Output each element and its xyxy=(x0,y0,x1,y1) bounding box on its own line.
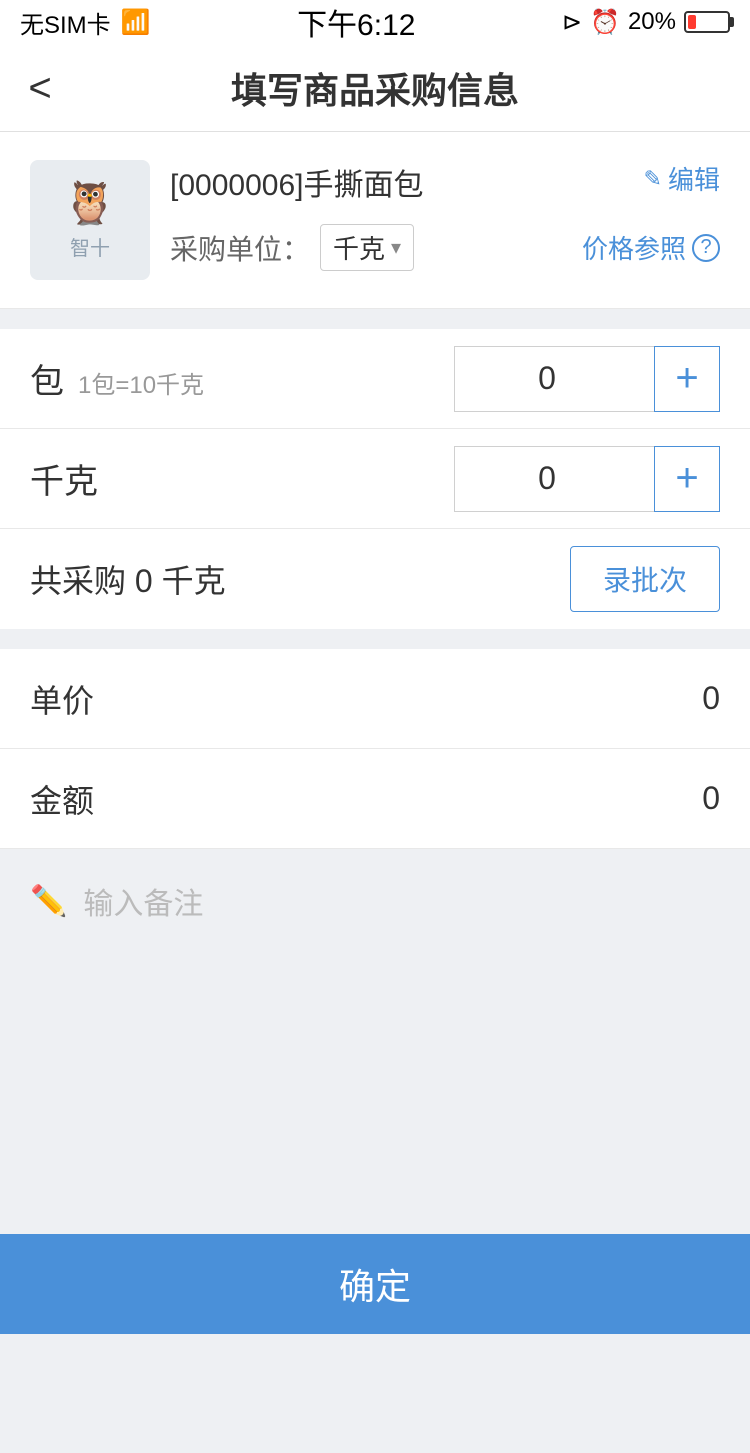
kg-plus-button[interactable]: + xyxy=(654,446,720,512)
unit-price-value: 0 xyxy=(702,680,720,717)
wifi-icon: 📶 xyxy=(121,8,151,37)
status-time: 下午6:12 xyxy=(297,0,415,44)
battery-icon xyxy=(684,11,730,33)
section-divider-1 xyxy=(0,309,750,329)
quantity-label-bao: 包 1包=10千克 xyxy=(30,354,454,403)
amount-label: 金额 xyxy=(30,776,94,822)
back-button[interactable]: < xyxy=(0,44,80,132)
section-divider-2 xyxy=(0,629,750,649)
confirm-bar[interactable]: 确定 xyxy=(0,1234,750,1334)
kg-input-wrap: + xyxy=(454,446,720,512)
location-icon: ⊳ xyxy=(562,8,582,37)
main-content xyxy=(0,953,750,1453)
amount-value: 0 xyxy=(702,780,720,817)
quantity-row-kg: 千克 + xyxy=(0,429,750,529)
product-image: 🦉 智十 xyxy=(30,160,150,280)
price-section: 单价 0 金额 0 xyxy=(0,649,750,849)
page-title: 填写商品采购信息 xyxy=(231,62,519,114)
total-row: 共采购 0 千克 录批次 xyxy=(0,529,750,629)
remark-section[interactable]: ✏️ 输入备注 xyxy=(0,849,750,953)
unit-value: 千克 xyxy=(333,229,385,266)
unit-selector-wrap: 采购单位： 千克 ▾ xyxy=(170,224,414,271)
edit-label: 编辑 xyxy=(668,160,720,197)
sim-text: 无SIM卡 xyxy=(20,5,111,40)
quantity-label-kg: 千克 xyxy=(30,454,454,503)
unit-select[interactable]: 千克 ▾ xyxy=(320,224,414,271)
unit-label: 采购单位： xyxy=(170,228,310,268)
unit-price-label: 单价 xyxy=(30,676,94,722)
batch-button[interactable]: 录批次 xyxy=(570,546,720,612)
bao-plus-button[interactable]: + xyxy=(654,346,720,412)
unit-price-row: 单价 0 xyxy=(0,649,750,749)
price-ref-info-icon: ? xyxy=(692,234,720,262)
nav-bar: < 填写商品采购信息 xyxy=(0,44,750,132)
product-image-subtext: 智十 xyxy=(70,232,110,261)
status-right: ⊳ ⏰ 20% xyxy=(562,8,730,37)
product-card: 🦉 智十 [0000006]手撕面包 ✎ 编辑 采购单位： 千克 ▾ 价格参照 xyxy=(0,132,750,309)
bao-label: 包 xyxy=(30,354,64,403)
product-header: [0000006]手撕面包 ✎ 编辑 xyxy=(170,160,720,204)
quantity-row-bao: 包 1包=10千克 + xyxy=(0,329,750,429)
amount-row: 金额 0 xyxy=(0,749,750,849)
pencil-icon: ✏️ xyxy=(30,884,67,919)
bao-sub-label: 1包=10千克 xyxy=(78,365,204,400)
total-unit: 千克 xyxy=(162,563,226,599)
alarm-icon: ⏰ xyxy=(590,8,620,37)
total-text: 共采购 0 千克 xyxy=(30,556,226,602)
status-bar: 无SIM卡 📶 下午6:12 ⊳ ⏰ 20% xyxy=(0,0,750,44)
remark-placeholder: 输入备注 xyxy=(83,879,203,923)
product-name: [0000006]手撕面包 xyxy=(170,160,644,204)
edit-pencil-icon: ✎ xyxy=(644,166,662,192)
quantity-section: 包 1包=10千克 + 千克 + xyxy=(0,329,750,529)
bao-input-wrap: + xyxy=(454,346,720,412)
product-owl-icon: 🦉 xyxy=(64,179,116,228)
status-left: 无SIM卡 📶 xyxy=(20,5,151,40)
back-arrow-icon: < xyxy=(28,68,51,108)
product-unit-row: 采购单位： 千克 ▾ 价格参照 ? xyxy=(170,224,720,271)
bao-input[interactable] xyxy=(454,346,654,412)
dropdown-arrow-icon: ▾ xyxy=(391,235,401,260)
kg-input[interactable] xyxy=(454,446,654,512)
price-ref-button[interactable]: 价格参照 ? xyxy=(582,229,720,266)
battery-percent: 20% xyxy=(628,8,676,36)
edit-button[interactable]: ✎ 编辑 xyxy=(644,160,720,197)
price-ref-label: 价格参照 xyxy=(582,229,686,266)
total-value: 0 xyxy=(135,563,153,599)
kg-label: 千克 xyxy=(30,454,98,503)
product-info: [0000006]手撕面包 ✎ 编辑 采购单位： 千克 ▾ 价格参照 ? xyxy=(170,160,720,271)
confirm-button[interactable]: 确定 xyxy=(339,1258,411,1310)
